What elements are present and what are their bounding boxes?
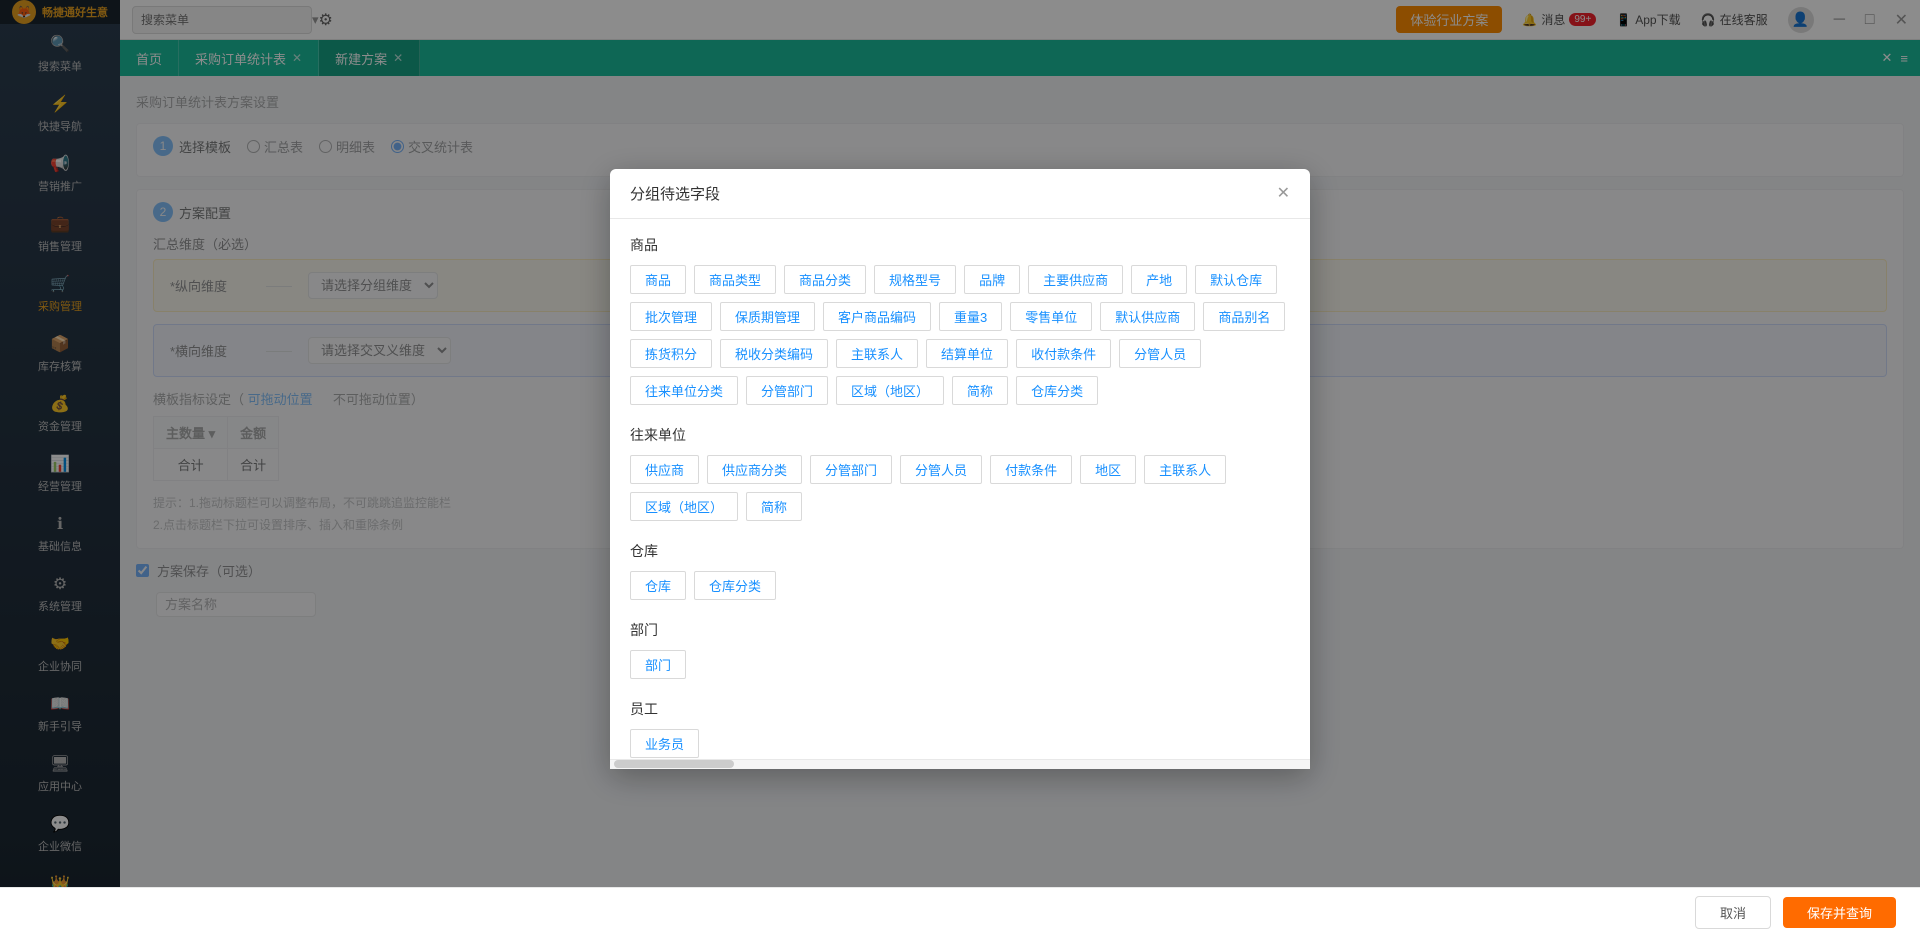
field-tag-1-3[interactable]: 分管人员 [900, 455, 982, 484]
field-tag-0-24[interactable]: 简称 [952, 376, 1008, 405]
field-tag-0-0[interactable]: 商品 [630, 265, 686, 294]
field-tag-0-20[interactable]: 分管人员 [1119, 339, 1201, 368]
modal-body[interactable]: 商品商品商品类型商品分类规格型号品牌主要供应商产地默认仓库批次管理保质期管理客户… [610, 219, 1310, 759]
field-tag-1-1[interactable]: 供应商分类 [707, 455, 802, 484]
modal-hscroll-bar[interactable] [614, 760, 734, 768]
field-tag-2-1[interactable]: 仓库分类 [694, 571, 776, 600]
section-title-4: 员工 [630, 699, 1290, 719]
field-tag-1-2[interactable]: 分管部门 [810, 455, 892, 484]
modal-hscroll[interactable] [610, 759, 1310, 769]
field-tag-1-5[interactable]: 地区 [1080, 455, 1136, 484]
modal-title: 分组待选字段 [630, 183, 720, 204]
field-tag-1-7[interactable]: 区域（地区） [630, 492, 738, 521]
field-tag-0-8[interactable]: 批次管理 [630, 302, 712, 331]
field-section-1: 往来单位供应商供应商分类分管部门分管人员付款条件地区主联系人区域（地区） 简称 [630, 425, 1290, 521]
field-tag-1-0[interactable]: 供应商 [630, 455, 699, 484]
field-grid-0: 商品商品类型商品分类规格型号品牌主要供应商产地默认仓库批次管理保质期管理客户商品… [630, 265, 1290, 405]
section-title-2: 仓库 [630, 541, 1290, 561]
field-tag-1-6[interactable]: 主联系人 [1144, 455, 1226, 484]
field-tag-0-1[interactable]: 商品类型 [694, 265, 776, 294]
field-tag-0-2[interactable]: 商品分类 [784, 265, 866, 294]
field-section-3: 部门部门 [630, 620, 1290, 679]
field-tag-0-25[interactable]: 仓库分类 [1016, 376, 1098, 405]
field-tag-0-4[interactable]: 品牌 [964, 265, 1020, 294]
section-title-0: 商品 [630, 235, 1290, 255]
field-tag-0-13[interactable]: 默认供应商 [1100, 302, 1195, 331]
field-tag-0-11[interactable]: 重量3 [939, 302, 1002, 331]
field-tag-0-23[interactable]: 区域（地区） [836, 376, 944, 405]
field-tag-0-10[interactable]: 客户商品编码 [823, 302, 931, 331]
field-section-4: 员工业务员 [630, 699, 1290, 758]
field-tag-0-16[interactable]: 税收分类编码 [720, 339, 828, 368]
cancel-button[interactable]: 取消 [1695, 896, 1771, 929]
field-tag-0-22[interactable]: 分管部门 [746, 376, 828, 405]
field-tag-3-0[interactable]: 部门 [630, 650, 686, 679]
field-tag-0-15[interactable]: 拣货积分 [630, 339, 712, 368]
field-tag-1-8[interactable]: 简称 [746, 492, 802, 521]
field-tag-0-21[interactable]: 往来单位分类 [630, 376, 738, 405]
section-title-1: 往来单位 [630, 425, 1290, 445]
bottom-action-bar: 取消 保存并查询 [0, 887, 1920, 937]
field-tag-0-9[interactable]: 保质期管理 [720, 302, 815, 331]
field-tag-0-18[interactable]: 结算单位 [926, 339, 1008, 368]
field-tag-1-4[interactable]: 付款条件 [990, 455, 1072, 484]
modal-header: 分组待选字段 ✕ [610, 169, 1310, 219]
field-section-0: 商品商品商品类型商品分类规格型号品牌主要供应商产地默认仓库批次管理保质期管理客户… [630, 235, 1290, 405]
modal-close-icon[interactable]: ✕ [1277, 183, 1290, 203]
field-section-2: 仓库仓库仓库分类 [630, 541, 1290, 600]
field-tag-0-19[interactable]: 收付款条件 [1016, 339, 1111, 368]
field-tag-0-3[interactable]: 规格型号 [874, 265, 956, 294]
section-title-3: 部门 [630, 620, 1290, 640]
field-tag-0-12[interactable]: 零售单位 [1010, 302, 1092, 331]
field-grid-1: 供应商供应商分类分管部门分管人员付款条件地区主联系人区域（地区） 简称 [630, 455, 1290, 521]
field-tag-2-0[interactable]: 仓库 [630, 571, 686, 600]
field-tag-4-0[interactable]: 业务员 [630, 729, 699, 758]
field-grid-2: 仓库仓库分类 [630, 571, 1290, 600]
field-tag-0-5[interactable]: 主要供应商 [1028, 265, 1123, 294]
field-tag-0-17[interactable]: 主联系人 [836, 339, 918, 368]
save-button[interactable]: 保存并查询 [1783, 897, 1896, 928]
field-grid-4: 业务员 [630, 729, 1290, 758]
field-tag-0-7[interactable]: 默认仓库 [1195, 265, 1277, 294]
field-select-modal: 分组待选字段 ✕ 商品商品商品类型商品分类规格型号品牌主要供应商产地默认仓库批次… [610, 169, 1310, 769]
field-grid-3: 部门 [630, 650, 1290, 679]
field-tag-0-6[interactable]: 产地 [1131, 265, 1187, 294]
field-tag-0-14[interactable]: 商品别名 [1203, 302, 1285, 331]
